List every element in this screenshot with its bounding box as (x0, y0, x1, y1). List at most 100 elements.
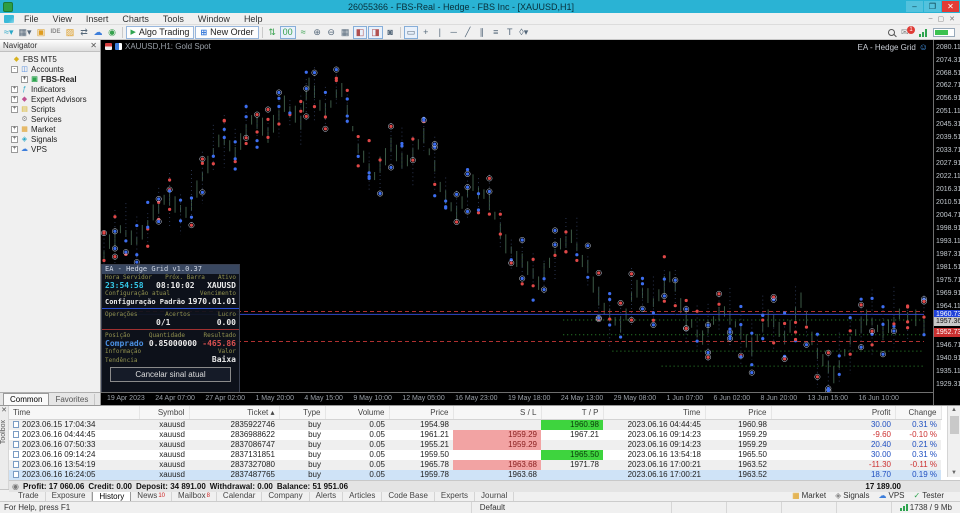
column-header[interactable]: Profit (771, 406, 896, 420)
tree-item[interactable]: ⚙ Services (0, 114, 100, 124)
scroll-thumb[interactable] (949, 416, 959, 434)
tab-exposure[interactable]: Exposure (46, 490, 93, 501)
algo-trading-button[interactable]: ▶ Algo Trading (125, 25, 195, 39)
chart-shift-icon[interactable]: ◧ (352, 25, 368, 39)
close-button[interactable]: ✕ (942, 1, 959, 12)
tab-news[interactable]: News 10 (131, 490, 172, 501)
history-row[interactable]: 2023.06.16 04:44:45 xauusd 2836988622 bu… (9, 429, 941, 440)
mdi-close-icon[interactable]: ✕ (949, 15, 955, 23)
tree-item[interactable]: + ƒ Indicators (0, 84, 100, 94)
metaeditor-ide-icon[interactable]: IDE (49, 26, 63, 39)
column-header[interactable]: Type (279, 406, 326, 420)
tab-experts[interactable]: Experts (435, 490, 476, 501)
column-header[interactable]: Price (389, 406, 454, 420)
expand-toggle-icon[interactable]: + (11, 135, 18, 143)
mdi-minimize-icon[interactable]: – (929, 15, 933, 23)
tab-vps[interactable]: ☁ VPS (878, 491, 904, 500)
table-scrollbar[interactable]: ▲ ▼ (947, 406, 960, 477)
bar-chart-icon[interactable]: ⇅ (266, 26, 279, 39)
history-row[interactable]: 2023.06.16 07:50:33 xauusd 2837086747 bu… (9, 439, 941, 450)
tab-calendar[interactable]: Calendar (217, 490, 263, 501)
menu-file[interactable]: File (17, 14, 46, 24)
tab-code-base[interactable]: Code Base (382, 490, 435, 501)
tree-item[interactable]: + ◈ Signals (0, 134, 100, 144)
tile-windows-icon[interactable]: ▦ (339, 26, 352, 39)
toolbox-close-icon[interactable]: ✕ (0, 406, 8, 415)
minimize-button[interactable]: – (906, 1, 923, 12)
tab-trade[interactable]: Trade (12, 490, 46, 501)
community-icon[interactable]: ◉ (106, 26, 119, 39)
expand-toggle-icon[interactable]: + (11, 125, 18, 133)
column-header[interactable]: Change (895, 406, 942, 420)
expand-toggle-icon[interactable]: + (11, 145, 18, 153)
new-chart-icon[interactable]: ▦▾ (16, 26, 33, 39)
tab-company[interactable]: Company (262, 490, 310, 501)
channel-icon[interactable]: ∥ (475, 26, 488, 39)
expand-toggle-icon[interactable]: + (11, 105, 18, 113)
column-header[interactable]: Volume (325, 406, 390, 420)
expand-toggle-icon[interactable]: + (11, 95, 18, 103)
column-header[interactable]: S / L (453, 406, 542, 420)
nav-tab-common[interactable]: Common (3, 393, 50, 405)
tree-item[interactable]: + ◆ Expert Advisors (0, 94, 100, 104)
menu-charts[interactable]: Charts (115, 14, 156, 24)
tab-journal[interactable]: Journal (475, 490, 515, 501)
hline-icon[interactable]: ─ (447, 26, 460, 39)
menu-help[interactable]: Help (237, 14, 270, 24)
tab-signals[interactable]: ◈ Signals (835, 491, 869, 500)
navigator-close-icon[interactable]: ✕ (90, 41, 97, 50)
trendline-icon[interactable]: ╱ (461, 26, 474, 39)
cancel-signal-button[interactable]: Cancelar sinal atual (110, 367, 231, 382)
column-header[interactable]: T / P (541, 406, 604, 420)
history-row[interactable]: 2023.06.16 13:54:19 xauusd 2837327080 bu… (9, 459, 941, 470)
column-header[interactable]: Ticket ▴ (189, 406, 280, 420)
ea-panel-title[interactable]: EA - Hedge Grid v1.0.37 (102, 265, 239, 274)
tab-history[interactable]: History (92, 490, 132, 501)
column-header[interactable]: Time (603, 406, 706, 420)
history-row[interactable]: 2023.06.16 16:24:05 xauusd 2837487765 bu… (9, 469, 941, 480)
zoom-in-icon[interactable]: ⊕ (311, 26, 324, 39)
profiles-folder-icon[interactable]: ▨ (64, 26, 77, 39)
tab-articles[interactable]: Articles (343, 490, 383, 501)
tree-item[interactable]: ◆ FBS MT5 (0, 54, 100, 64)
expand-toggle-icon[interactable]: - (11, 65, 18, 73)
scroll-down-icon[interactable]: ▼ (951, 469, 957, 477)
text-icon[interactable]: T (503, 26, 516, 39)
tick-chart-icon[interactable]: 00 (279, 25, 296, 39)
price-scale[interactable]: 2080.11 2074.31 2068.51 2062.71 2056.91 2051.… (933, 40, 960, 405)
tab-tester[interactable]: ✓ Tester (914, 491, 945, 500)
tab-alerts[interactable]: Alerts (310, 490, 344, 501)
link-charts-icon[interactable]: ⇄ (78, 26, 91, 39)
expand-toggle-icon[interactable]: + (21, 75, 28, 83)
tree-item[interactable]: + ▣ FBS-Real (0, 74, 100, 84)
column-header[interactable]: Symbol (139, 406, 190, 420)
chart-plot[interactable]: XAUUSD,H1: Gold Spot EA - Hedge Grid ☺ E… (101, 40, 933, 392)
mdi-restore-icon[interactable]: ▢ (938, 15, 945, 23)
tree-item[interactable]: + ▦ Market (0, 124, 100, 134)
history-row[interactable]: 2023.06.15 17:04:34 xauusd 2835922746 bu… (9, 419, 941, 430)
zoom-out-icon[interactable]: ⊖ (325, 26, 338, 39)
fibonacci-icon[interactable]: ≡ (489, 26, 502, 39)
cloud-icon[interactable]: ☁ (92, 26, 105, 39)
column-header[interactable]: Price (705, 406, 772, 420)
vline-icon[interactable]: | (433, 26, 446, 39)
nav-tab-favorites[interactable]: Favorites (49, 394, 96, 405)
connection-status-icon[interactable] (919, 28, 927, 37)
auto-scroll-icon[interactable]: ◨ (368, 25, 383, 39)
crosshair-icon[interactable]: + (419, 26, 432, 39)
menu-view[interactable]: View (46, 14, 79, 24)
cursor-icon[interactable]: ▭ (403, 25, 419, 39)
search-icon[interactable] (888, 28, 895, 36)
new-order-button[interactable]: ⊞ New Order (195, 25, 259, 39)
menu-tools[interactable]: Tools (156, 14, 191, 24)
expand-toggle-icon[interactable]: + (11, 85, 18, 93)
line-chart-icon[interactable]: ≈ (297, 26, 310, 39)
notifications-bell-icon[interactable]: ✉ 1 (901, 25, 915, 38)
tab-market[interactable]: ▦ Market (792, 491, 826, 500)
tree-item[interactable]: + ☁ VPS (0, 144, 100, 154)
menu-window[interactable]: Window (191, 14, 237, 24)
profile-selector[interactable]: Default (470, 502, 671, 513)
shapes-icon[interactable]: ◊▾ (517, 26, 530, 39)
tree-item[interactable]: + ▤ Scripts (0, 104, 100, 114)
history-row[interactable]: 2023.06.16 09:14:24 xauusd 2837131851 bu… (9, 449, 941, 460)
